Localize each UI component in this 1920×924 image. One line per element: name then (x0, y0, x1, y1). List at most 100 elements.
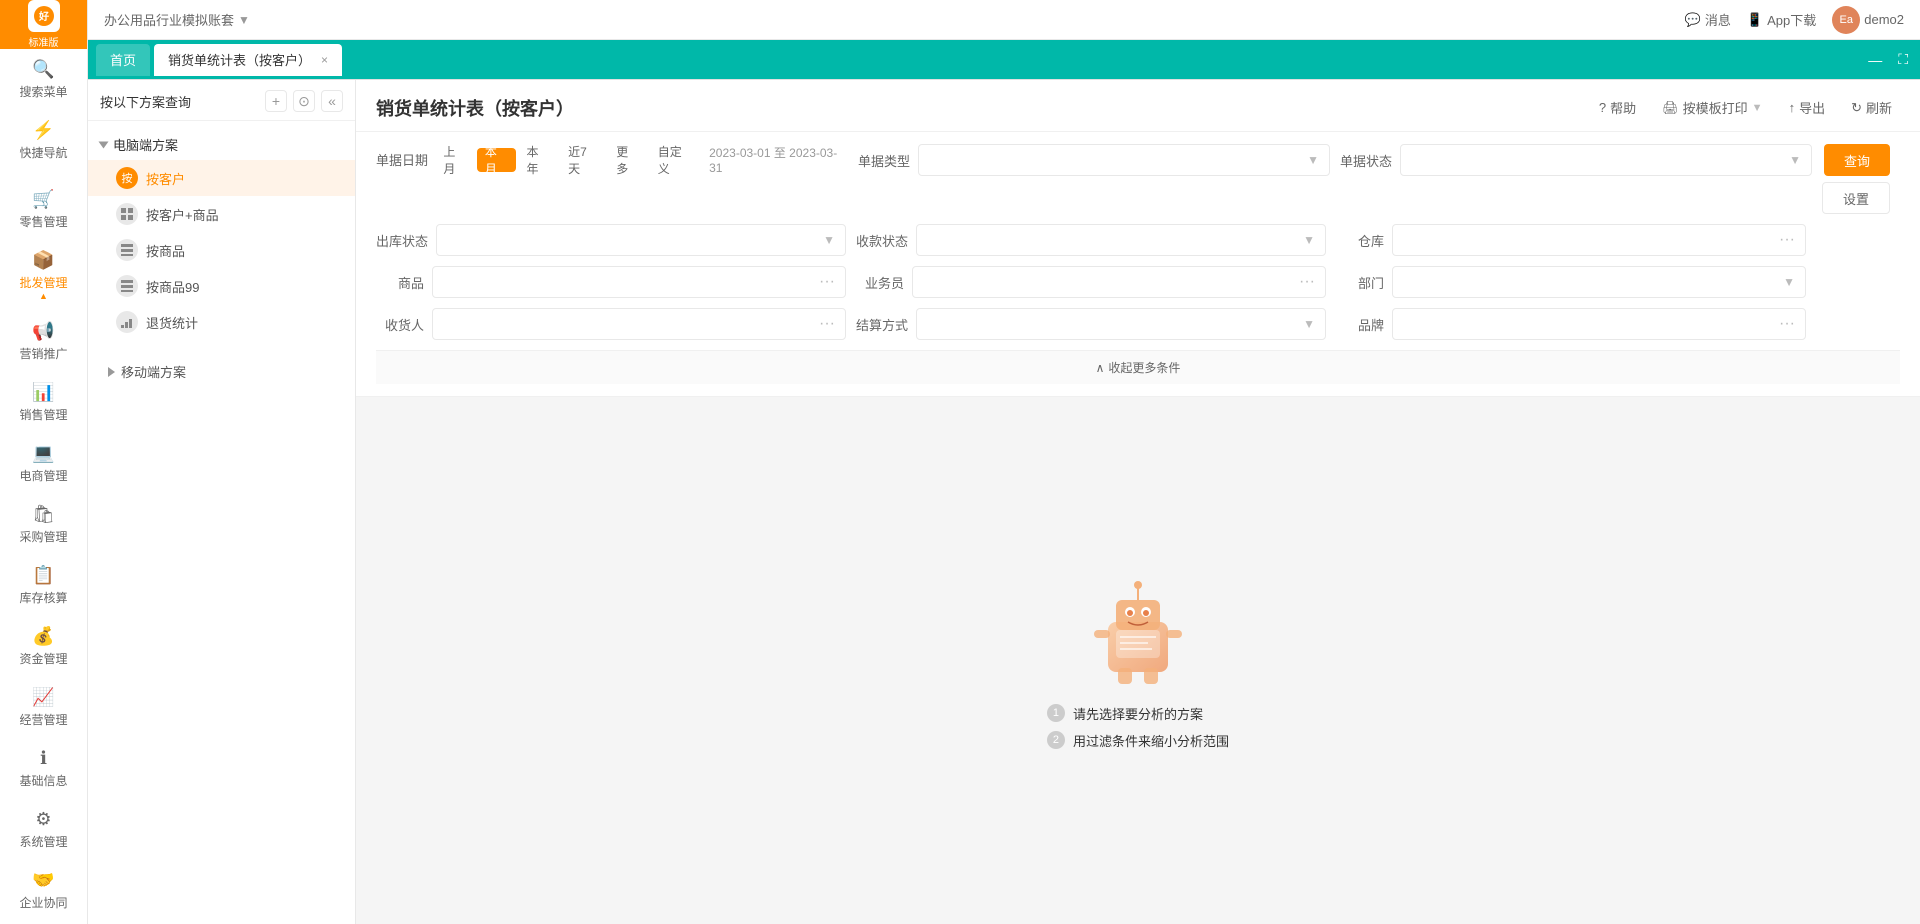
step-1-num: 1 (1047, 704, 1065, 722)
date-tab-last-month[interactable]: 上月 (435, 148, 475, 172)
plan-item-return-stat[interactable]: 退货统计 (88, 304, 355, 340)
warehouse-label: 仓库 (1336, 231, 1392, 250)
goods-control[interactable]: ··· (432, 266, 846, 298)
export-btn[interactable]: ↑ 导出 (1781, 94, 1834, 121)
app-download-btn[interactable]: 📱 App下载 (1747, 10, 1816, 29)
plan-item-by-customer[interactable]: 按 按客户 (88, 160, 355, 196)
settings-button[interactable]: 设置 (1822, 182, 1890, 214)
sidebar-item-collab[interactable]: 🤝 企业协同 (0, 860, 88, 921)
plan-group-pc-title[interactable]: 电脑端方案 (88, 129, 355, 160)
sidebar-item-basicinfo[interactable]: ℹ 基础信息 (0, 738, 88, 799)
plan-item-by-goods[interactable]: 按商品 (88, 232, 355, 268)
warehouse-group: 仓库 ··· (1336, 224, 1806, 256)
sidebar-item-wholesale[interactable]: 📦 批发管理 ▲ (0, 240, 88, 311)
sidebar-item-marketing[interactable]: 📢 营销推广 (0, 311, 88, 372)
export-label: 导出 (1799, 98, 1825, 117)
help-icon: ? (1599, 100, 1606, 115)
sidebar-item-purchase-label: 采购管理 (19, 528, 67, 545)
dept-control[interactable]: ▼ (1392, 266, 1806, 298)
out-status-label: 出库状态 (376, 231, 436, 250)
salesman-control[interactable]: ··· (912, 266, 1326, 298)
date-tab-this-month[interactable]: 本月 (477, 148, 517, 172)
right-panel: 销货单统计表（按客户） ? 帮助 🖨 按模板打印 ▼ ↑ 导出 (356, 80, 1920, 924)
app-logo[interactable]: 好 标准版 (0, 0, 88, 49)
left-panel-header: 按以下方案查询 + ⊙ « (88, 80, 355, 121)
sidebar-item-collab-label: 企业协同 (19, 894, 67, 911)
sidebar-item-search-label: 搜索菜单 (19, 83, 67, 100)
print-btn[interactable]: 🖨 按模板打印 ▼ (1654, 94, 1770, 121)
add-plan-btn[interactable]: + (265, 90, 287, 112)
user-area[interactable]: Ea demo2 (1832, 6, 1904, 34)
tab-sales-stat-label: 销货单统计表（按客户） (168, 50, 311, 69)
tab-home[interactable]: 首页 (96, 44, 150, 76)
left-panel-actions: + ⊙ « (265, 90, 343, 112)
sidebar-item-sales[interactable]: 📊 销售管理 (0, 372, 88, 433)
receiver-control[interactable]: ··· (432, 308, 846, 340)
sidebar-item-finance[interactable]: 💰 资金管理 (0, 616, 88, 677)
settle-control[interactable]: ▼ (916, 308, 1326, 340)
status-chevron: ▼ (1789, 153, 1801, 167)
search-icon: 🔍 (32, 59, 54, 80)
marketing-icon: 📢 (32, 321, 54, 342)
sidebar-item-retail[interactable]: 🛒 零售管理 (0, 179, 88, 240)
sidebar-item-system[interactable]: ⚙ 系统管理 (0, 799, 88, 860)
help-btn[interactable]: ? 帮助 (1591, 94, 1644, 121)
type-filter-control[interactable]: ▼ (918, 144, 1330, 176)
step-1-text: 请先选择要分析的方案 (1073, 704, 1203, 723)
query-buttons: 查询 设置 (1822, 144, 1900, 214)
sidebar-item-purchase[interactable]: 🛍 采购管理 (0, 494, 88, 555)
sidebar-item-wholesale-label: 批发管理 (19, 274, 67, 291)
sidebar-item-quicknav[interactable]: ⚡ 快捷导航 (0, 110, 88, 171)
retail-icon: 🛒 (32, 189, 54, 210)
filter-row-1: 单据日期 上月 本月 本年 近7天 更多 自定义 2023-03-01 至 20… (376, 144, 1900, 214)
sidebar-item-search[interactable]: 🔍 搜索菜单 (0, 49, 88, 110)
brand-control[interactable]: ··· (1392, 308, 1806, 340)
dept-group: 部门 ▼ (1336, 266, 1806, 298)
sidebar-item-marketing-label: 营销推广 (19, 345, 67, 362)
filter-row-2: 出库状态 ▼ 收款状态 ▼ 仓库 (376, 224, 1900, 256)
sidebar-item-inventory[interactable]: 📋 库存核算 (0, 555, 88, 616)
main-area: 办公用品行业模拟账套 ▼ 💬 消息 📱 App下载 Ea demo2 首页 销货… (88, 0, 1920, 924)
date-tab-custom[interactable]: 自定义 (650, 148, 701, 172)
sidebar-item-operation[interactable]: 📈 经营管理 (0, 677, 88, 738)
plan-item-customer-goods[interactable]: 按客户+商品 (88, 196, 355, 232)
dropdown-icon: ▼ (238, 13, 250, 27)
date-tab-more[interactable]: 更多 (608, 148, 648, 172)
empty-state: 1 请先选择要分析的方案 2 用过滤条件来缩小分析范围 (356, 397, 1920, 924)
warehouse-control[interactable]: ··· (1392, 224, 1806, 256)
collapse-btn[interactable]: ∧ 收起更多条件 (376, 350, 1900, 384)
tabbar: 首页 销货单统计表（按客户） × — ⛶ (88, 40, 1920, 80)
edit-plan-btn[interactable]: ⊙ (293, 90, 315, 112)
svg-text:好: 好 (38, 10, 49, 23)
tab-sales-stat[interactable]: 销货单统计表（按客户） × (154, 44, 342, 76)
goods-label: 商品 (376, 273, 432, 292)
refresh-icon: ↻ (1851, 100, 1862, 116)
sales-icon: 📊 (32, 382, 54, 403)
ecommerce-icon: 💻 (32, 443, 54, 464)
empty-step-2: 2 用过滤条件来缩小分析范围 (1047, 731, 1229, 750)
print-dropdown-icon: ▼ (1752, 102, 1763, 114)
warehouse-more: ··· (1779, 231, 1795, 249)
sidebar-item-inventory-label: 库存核算 (19, 589, 67, 606)
help-label: 帮助 (1610, 98, 1636, 117)
plan-group-mobile-title[interactable]: 移动端方案 (88, 356, 355, 387)
status-filter-control[interactable]: ▼ (1400, 144, 1812, 176)
tab-close-icon[interactable]: × (321, 53, 328, 67)
app-name: 标准版 (29, 34, 59, 49)
sidebar-item-ecommerce[interactable]: 💻 电商管理 (0, 433, 88, 494)
collapse-panel-btn[interactable]: « (321, 90, 343, 112)
message-btn[interactable]: 💬 消息 (1685, 10, 1731, 29)
filter-area: 单据日期 上月 本月 本年 近7天 更多 自定义 2023-03-01 至 20… (356, 132, 1920, 397)
recv-status-control[interactable]: ▼ (916, 224, 1326, 256)
operation-icon: 📈 (32, 687, 54, 708)
out-status-control[interactable]: ▼ (436, 224, 846, 256)
tab-maximize-btn[interactable]: ⛶ (1894, 47, 1912, 72)
plan-item-by-goods99[interactable]: 按商品99 (88, 268, 355, 304)
date-tab-7days[interactable]: 近7天 (560, 148, 606, 172)
query-button[interactable]: 查询 (1824, 144, 1890, 176)
refresh-btn[interactable]: ↻ 刷新 (1843, 94, 1900, 121)
date-tab-this-year[interactable]: 本年 (518, 148, 558, 172)
topbar-left: 办公用品行业模拟账套 ▼ (104, 10, 250, 29)
tab-minimize-btn[interactable]: — (1864, 48, 1886, 72)
account-selector[interactable]: 办公用品行业模拟账套 ▼ (104, 10, 250, 29)
